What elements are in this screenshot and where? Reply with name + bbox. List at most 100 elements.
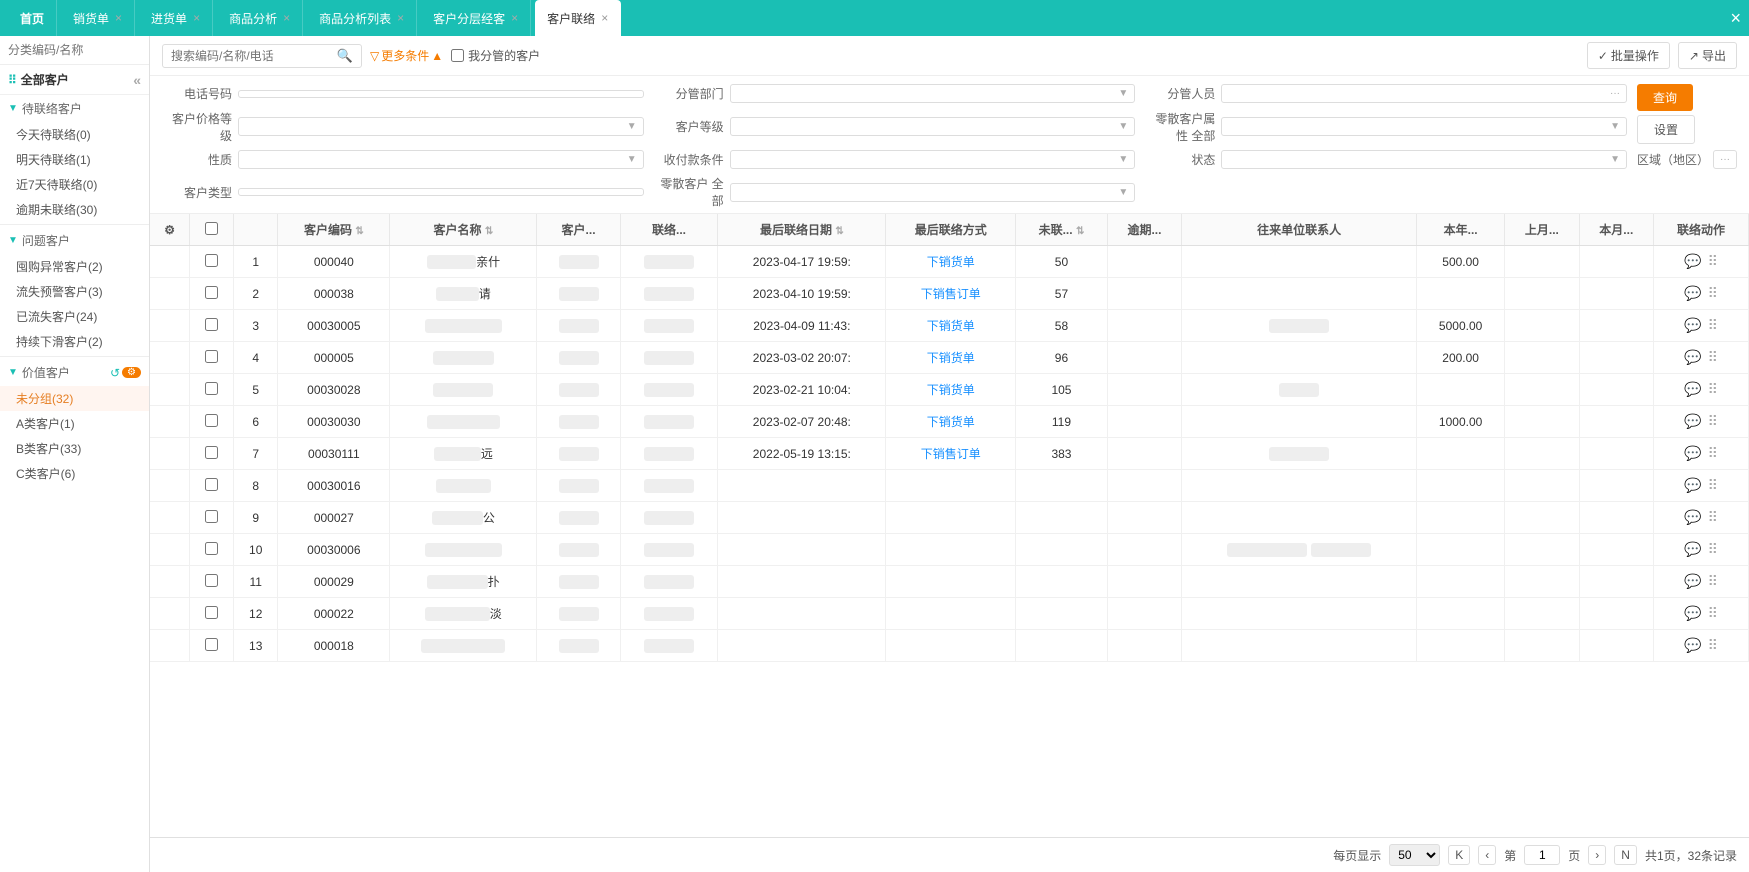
sidebar-item-declining[interactable]: 持续下滑客户(2) bbox=[0, 329, 149, 354]
comment-icon[interactable]: 💬 bbox=[1684, 413, 1701, 430]
select-all-checkbox[interactable] bbox=[205, 222, 218, 235]
comment-icon[interactable]: 💬 bbox=[1684, 445, 1701, 462]
filter-input-retail-attr[interactable]: ▼ bbox=[1221, 117, 1627, 136]
config-icon[interactable]: ⚙ bbox=[164, 223, 175, 237]
sidebar-search-input[interactable] bbox=[8, 43, 150, 57]
more-icon[interactable]: ⠿ bbox=[1708, 253, 1718, 270]
close-sales-tab[interactable]: × bbox=[115, 11, 122, 25]
close-customer-contact-tab[interactable]: × bbox=[601, 11, 608, 25]
row-checkbox[interactable] bbox=[205, 414, 218, 427]
close-all-button[interactable]: × bbox=[1730, 8, 1741, 29]
sidebar-item-b-class[interactable]: B类客户(33) bbox=[0, 436, 149, 461]
more-icon[interactable]: ⠿ bbox=[1708, 573, 1718, 590]
more-conditions-btn[interactable]: ▽ 更多条件 ▲ bbox=[370, 47, 443, 64]
row-checkbox[interactable] bbox=[205, 446, 218, 459]
tab-customer-segment[interactable]: 客户分层经客 × bbox=[421, 0, 531, 36]
more-icon[interactable]: ⠿ bbox=[1708, 477, 1718, 494]
col-config[interactable]: ⚙ bbox=[150, 214, 190, 246]
filter-input-dept[interactable]: ▼ bbox=[730, 84, 1136, 103]
sidebar-item-churned[interactable]: 已流失客户(24) bbox=[0, 304, 149, 329]
col-last-month[interactable]: 上月... bbox=[1505, 214, 1579, 246]
more-icon[interactable]: ⠿ bbox=[1708, 541, 1718, 558]
filter-input-payment[interactable]: ▼ bbox=[730, 150, 1136, 169]
col-name[interactable]: 客户名称 ⇅ bbox=[390, 214, 537, 246]
more-icon[interactable]: ⠿ bbox=[1708, 381, 1718, 398]
prev-page-btn[interactable]: ‹ bbox=[1478, 845, 1496, 865]
col-code[interactable]: 客户编码 ⇅ bbox=[278, 214, 390, 246]
contact-method-link[interactable]: 下销售订单 bbox=[921, 447, 981, 461]
sidebar-item-tomorrow[interactable]: 明天待联络(1) bbox=[0, 147, 149, 172]
filter-input-status[interactable]: ▼ bbox=[1221, 150, 1627, 169]
contact-method-link[interactable]: 下销售订单 bbox=[921, 287, 981, 301]
reset-button[interactable]: 设置 bbox=[1637, 115, 1695, 144]
sidebar-item-churn-warning[interactable]: 流失预警客户(3) bbox=[0, 279, 149, 304]
more-icon[interactable]: ⠿ bbox=[1708, 285, 1718, 302]
row-checkbox[interactable] bbox=[205, 606, 218, 619]
contact-method-link[interactable]: 下销货单 bbox=[927, 383, 975, 397]
main-search-input[interactable] bbox=[171, 49, 333, 63]
row-checkbox[interactable] bbox=[205, 254, 218, 267]
row-checkbox[interactable] bbox=[205, 478, 218, 491]
row-checkbox[interactable] bbox=[205, 382, 218, 395]
contact-method-link[interactable]: 下销货单 bbox=[927, 351, 975, 365]
sidebar-collapse-btn[interactable]: « bbox=[133, 72, 141, 88]
filter-input-manager[interactable]: ··· bbox=[1221, 84, 1627, 103]
more-icon[interactable]: ⠿ bbox=[1708, 413, 1718, 430]
comment-icon[interactable]: 💬 bbox=[1684, 509, 1701, 526]
filter-input-retail-customer[interactable]: ▼ bbox=[730, 183, 1136, 202]
tab-analysis-list[interactable]: 商品分析列表 × bbox=[307, 0, 417, 36]
next-page-btn[interactable]: › bbox=[1588, 845, 1606, 865]
page-size-select[interactable]: 50 100 bbox=[1389, 844, 1440, 866]
more-icon[interactable]: ⠿ bbox=[1708, 605, 1718, 622]
sidebar-item-a-class[interactable]: A类客户(1) bbox=[0, 411, 149, 436]
refresh-icon[interactable]: ↺ bbox=[110, 366, 120, 380]
contact-method-link[interactable]: 下销货单 bbox=[927, 415, 975, 429]
tab-sales[interactable]: 销货单 × bbox=[61, 0, 135, 36]
comment-icon[interactable]: 💬 bbox=[1684, 637, 1701, 654]
group-problem-label[interactable]: ▼ 问题客户 bbox=[0, 227, 149, 254]
col-check[interactable] bbox=[190, 214, 234, 246]
page-number-input[interactable] bbox=[1524, 845, 1560, 865]
col-this-month[interactable]: 本月... bbox=[1579, 214, 1653, 246]
sidebar-item-today[interactable]: 今天待联络(0) bbox=[0, 122, 149, 147]
batch-op-button[interactable]: ✓ 批量操作 bbox=[1587, 42, 1670, 69]
sidebar-search-box[interactable]: 🔍 bbox=[0, 36, 149, 65]
filter-input-price-level[interactable]: ▼ bbox=[238, 117, 644, 136]
contact-method-link[interactable]: 下销货单 bbox=[927, 255, 975, 269]
tab-customer-contact[interactable]: 客户联络 × bbox=[535, 0, 621, 36]
contact-method-link[interactable]: 下销货单 bbox=[927, 319, 975, 333]
sidebar-item-overdue[interactable]: 逾期未联络(30) bbox=[0, 197, 149, 222]
col-category[interactable]: 客户... bbox=[537, 214, 620, 246]
group-waiting-label[interactable]: ▼ 待联络客户 bbox=[0, 95, 149, 122]
sidebar-item-c-class[interactable]: C类客户(6) bbox=[0, 461, 149, 486]
row-checkbox[interactable] bbox=[205, 318, 218, 331]
more-icon[interactable]: ⠿ bbox=[1708, 349, 1718, 366]
filter-input-region[interactable]: ··· bbox=[1713, 150, 1737, 169]
comment-icon[interactable]: 💬 bbox=[1684, 317, 1701, 334]
close-customer-segment-tab[interactable]: × bbox=[511, 11, 518, 25]
comment-icon[interactable]: 💬 bbox=[1684, 253, 1701, 270]
row-checkbox[interactable] bbox=[205, 350, 218, 363]
more-icon[interactable]: ⠿ bbox=[1708, 509, 1718, 526]
group-value-label[interactable]: ▼ 价值客户 ↺ ⚙ bbox=[0, 359, 149, 386]
main-search-box[interactable]: 🔍 bbox=[162, 44, 362, 68]
my-customers-check[interactable]: 我分管的客户 bbox=[451, 47, 540, 64]
row-checkbox[interactable] bbox=[205, 510, 218, 523]
col-overdue[interactable]: 逾期... bbox=[1107, 214, 1181, 246]
comment-icon[interactable]: 💬 bbox=[1684, 285, 1701, 302]
query-button[interactable]: 查询 bbox=[1637, 84, 1693, 111]
more-icon[interactable]: ⠿ bbox=[1708, 317, 1718, 334]
filter-input-customer-level[interactable]: ▼ bbox=[730, 117, 1136, 136]
my-customers-checkbox[interactable] bbox=[451, 49, 464, 62]
col-no-contact[interactable]: 未联... ⇅ bbox=[1016, 214, 1108, 246]
sidebar-item-ungrouped[interactable]: 未分组(32) bbox=[0, 386, 149, 411]
comment-icon[interactable]: 💬 bbox=[1684, 541, 1701, 558]
close-analysis-tab[interactable]: × bbox=[283, 11, 290, 25]
filter-input-phone[interactable] bbox=[238, 90, 644, 98]
tab-analysis[interactable]: 商品分析 × bbox=[217, 0, 303, 36]
col-this-year[interactable]: 本年... bbox=[1417, 214, 1505, 246]
more-icon[interactable]: ⠿ bbox=[1708, 445, 1718, 462]
search-icon[interactable]: 🔍 bbox=[337, 48, 353, 64]
tab-home[interactable]: 首页 bbox=[8, 0, 57, 36]
all-customers-header[interactable]: ⠿ 全部客户 « bbox=[0, 65, 149, 95]
